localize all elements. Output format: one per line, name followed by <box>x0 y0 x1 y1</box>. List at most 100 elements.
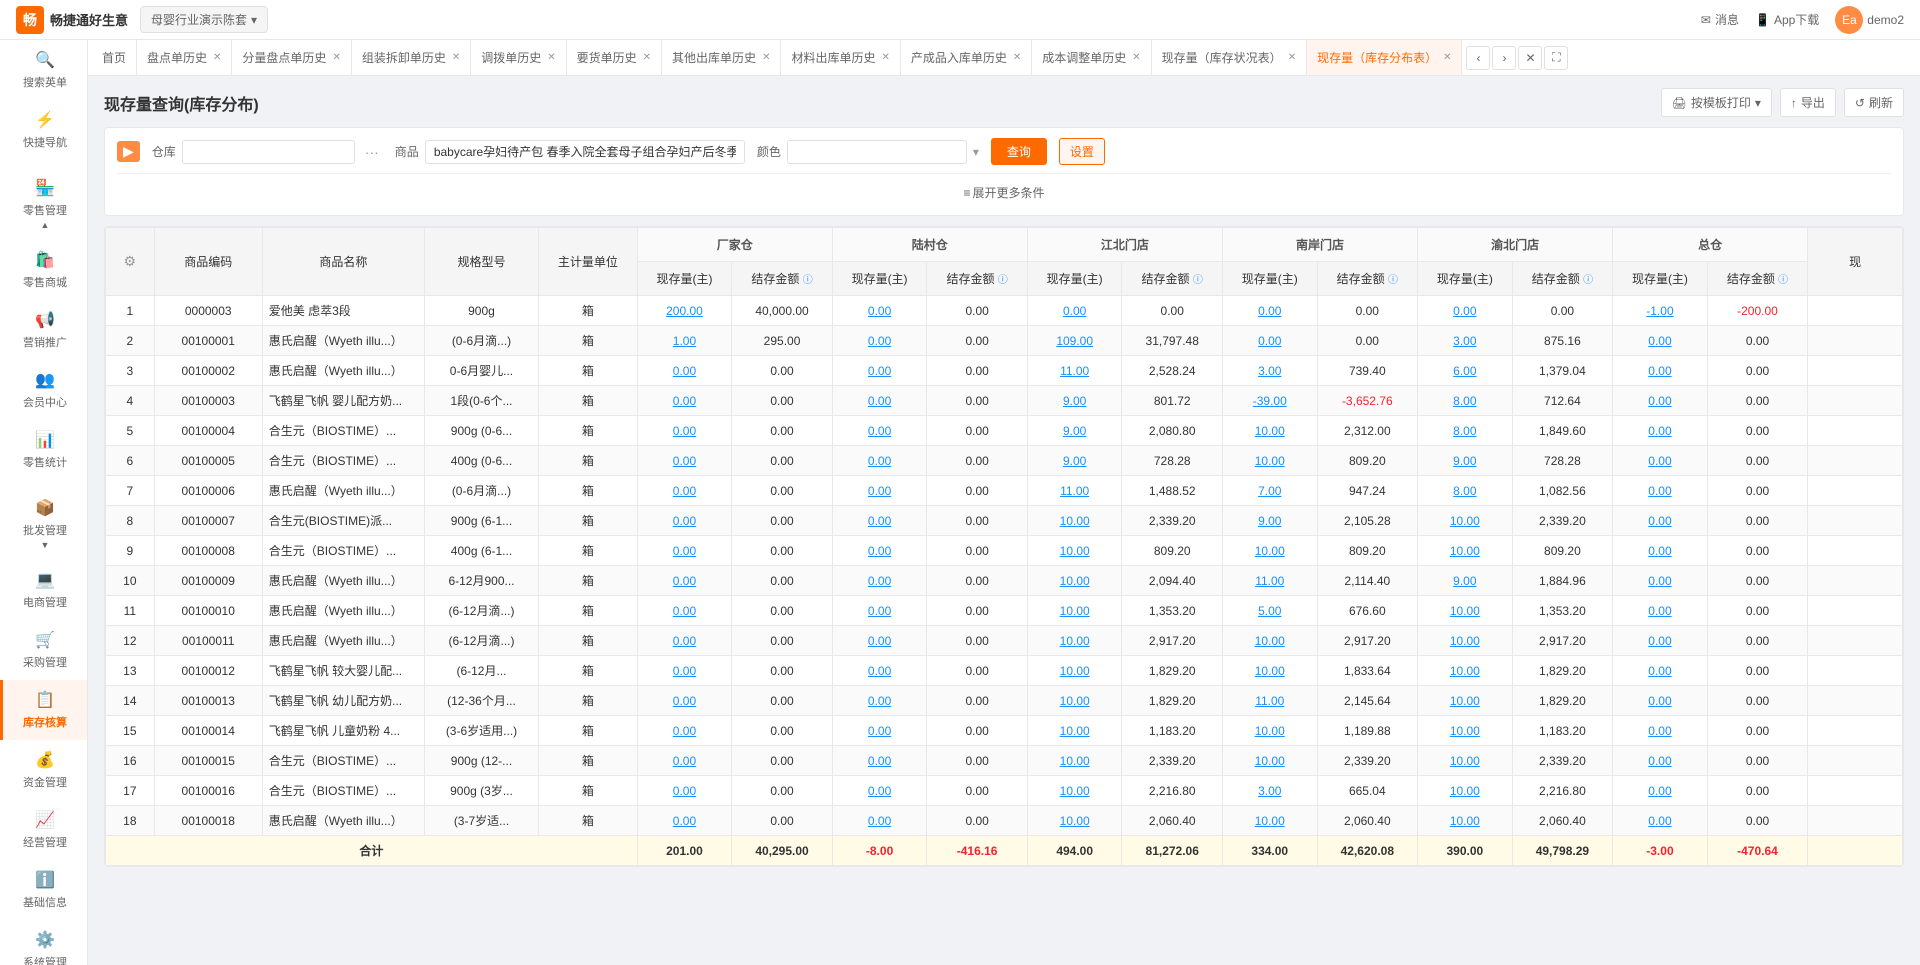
td-extra <box>1808 596 1903 626</box>
tab-combo-close[interactable]: ✕ <box>452 52 460 63</box>
td-lu-amt: 0.00 <box>927 656 1027 686</box>
td-na-qty: 10.00 <box>1222 446 1317 476</box>
td-spec: (6-12月滴...) <box>424 596 538 626</box>
td-na-amt: 1,189.88 <box>1317 716 1417 746</box>
sidebar-item-shortcuts[interactable]: ⚡ 快捷导航 <box>0 100 87 160</box>
shortcuts-icon: ⚡ <box>35 110 55 130</box>
tab-spot-dist[interactable]: 分量盘点单历史 ✕ <box>232 40 351 76</box>
sidebar-item-marketing[interactable]: 📢 营销推广 <box>0 300 87 360</box>
purchase-icon: 🛒 <box>35 630 55 650</box>
tab-cost-adj-close[interactable]: ✕ <box>1132 52 1140 63</box>
tab-close-all-btn[interactable]: ✕ <box>1518 46 1542 70</box>
tab-next-btn[interactable]: › <box>1492 46 1516 70</box>
td-na-amt: 2,060.40 <box>1317 806 1417 836</box>
td-yb-amt: 1,379.04 <box>1512 356 1612 386</box>
tab-other-out-close[interactable]: ✕ <box>762 52 770 63</box>
td-fac-amt: 0.00 <box>732 566 832 596</box>
print-button[interactable]: 🖨 按模板打印 ▾ <box>1661 88 1772 117</box>
td-spec: 900g (12-... <box>424 746 538 776</box>
sidebar-item-member[interactable]: 👥 会员中心 <box>0 360 87 420</box>
tab-transfer-close[interactable]: ✕ <box>547 52 555 63</box>
tab-material-out[interactable]: 材料出库单历史 ✕ <box>781 40 900 76</box>
table-group-header-row: ⚙ 商品编码 商品名称 规格型号 主计量单位 厂家仓 陆村仓 江北门店 南岸门店… <box>106 228 1903 262</box>
sidebar-label-finance: 资金管理 <box>23 774 67 790</box>
sidebar-item-operations[interactable]: 📈 经营管理 <box>0 800 87 860</box>
tab-home[interactable]: 首页 <box>92 40 137 76</box>
sidebar-item-search[interactable]: 🔍 搜索英单 <box>0 40 87 100</box>
tab-cost-adj[interactable]: 成本调整单历史 ✕ <box>1032 40 1151 76</box>
color-input[interactable] <box>787 140 967 164</box>
td-yb-amt: 728.28 <box>1512 446 1612 476</box>
industry-selector[interactable]: 母婴行业演示陈套 ▾ <box>140 6 268 33</box>
td-name: 惠氏启醒（Wyeth illu...） <box>262 326 424 356</box>
td-jb-qty: 11.00 <box>1027 356 1122 386</box>
tab-stock-dist-close[interactable]: ✕ <box>1443 52 1451 63</box>
table-row: 14 00100013 飞鹤星飞帆 幼儿配方奶... (12-36个月... 箱… <box>106 686 1903 716</box>
user-area[interactable]: Ea demo2 <box>1835 6 1904 34</box>
warehouse-dots-btn[interactable]: ··· <box>361 144 383 160</box>
td-seq: 4 <box>106 386 155 416</box>
sidebar-item-finance[interactable]: 💰 资金管理 <box>0 740 87 800</box>
expand-btn[interactable]: ≡ 展开更多条件 <box>955 180 1052 205</box>
message-action[interactable]: ✉ 消息 <box>1701 11 1739 28</box>
tab-requisition[interactable]: 要货单历史 ✕ <box>567 40 662 76</box>
filter-collapse-btn[interactable]: ▶ <box>117 141 140 162</box>
td-fac-amt: 0.00 <box>732 386 832 416</box>
sidebar-item-ecommerce[interactable]: 💻 电商管理 <box>0 560 87 620</box>
tab-stock-status-close[interactable]: ✕ <box>1288 52 1296 63</box>
sidebar-item-retail-store[interactable]: 🛍️ 零售商城 <box>0 240 87 300</box>
app-download-action[interactable]: 📱 App下载 <box>1755 11 1819 28</box>
tab-prev-btn[interactable]: ‹ <box>1466 46 1490 70</box>
td-jb-qty: 0.00 <box>1027 296 1122 326</box>
td-seq: 12 <box>106 626 155 656</box>
tab-other-out[interactable]: 其他出库单历史 ✕ <box>662 40 781 76</box>
td-na-amt: 2,114.40 <box>1317 566 1417 596</box>
sidebar-label-inventory: 库存核算 <box>23 714 67 730</box>
td-lu-qty: 0.00 <box>832 596 927 626</box>
refresh-button[interactable]: ↺ 刷新 <box>1844 88 1904 117</box>
th-fac-amt: 结存金额 ⓘ <box>732 262 832 296</box>
tab-expand-btn[interactable]: ⛶ <box>1544 46 1568 70</box>
td-jb-qty: 9.00 <box>1027 386 1122 416</box>
td-extra <box>1808 386 1903 416</box>
tab-spot-close[interactable]: ✕ <box>213 52 221 63</box>
tab-spot-dist-close[interactable]: ✕ <box>332 52 340 63</box>
filter-group-warehouse: 仓库 ··· <box>152 140 383 164</box>
logo-area: 畅 畅捷通好生意 <box>16 6 128 34</box>
tab-requisition-close[interactable]: ✕ <box>643 52 651 63</box>
tab-spot[interactable]: 盘点单历史 ✕ <box>137 40 232 76</box>
sidebar-item-basic[interactable]: ℹ️ 基础信息 <box>0 860 87 920</box>
td-name: 飞鹤星飞帆 婴儿配方奶... <box>262 386 424 416</box>
sidebar-item-system[interactable]: ⚙️ 系统管理 <box>0 920 87 965</box>
sidebar-item-retail-stats[interactable]: 📊 零售统计 <box>0 420 87 480</box>
tab-transfer[interactable]: 调拨单历史 ✕ <box>471 40 566 76</box>
td-unit: 箱 <box>538 656 637 686</box>
tab-product-in-close[interactable]: ✕ <box>1013 52 1021 63</box>
td-na-qty: 10.00 <box>1222 626 1317 656</box>
gear-icon[interactable]: ⚙ <box>124 253 137 269</box>
product-input[interactable] <box>425 140 745 164</box>
print-icon: 🖨 <box>1672 96 1687 110</box>
warehouse-label: 仓库 <box>152 143 176 160</box>
td-na-qty: 3.00 <box>1222 356 1317 386</box>
settings-button[interactable]: 设置 <box>1059 138 1105 165</box>
filter-area: ▶ 仓库 ··· 商品 颜色 ▾ 查询 设置 <box>104 127 1904 216</box>
td-fac-amt: 295.00 <box>732 326 832 356</box>
tab-stock-dist[interactable]: 现存量（库存分布表） ✕ <box>1307 40 1462 76</box>
tab-stock-status[interactable]: 现存量（库存状况表） ✕ <box>1152 40 1307 76</box>
sidebar-item-wholesale[interactable]: 📦 批发管理 ▼ <box>0 488 87 560</box>
search-button[interactable]: 查询 <box>991 138 1047 165</box>
sidebar-item-purchase[interactable]: 🛒 采购管理 <box>0 620 87 680</box>
tab-combo[interactable]: 组装拆卸单历史 ✕ <box>352 40 471 76</box>
tab-material-out-close[interactable]: ✕ <box>881 52 889 63</box>
sidebar-item-inventory[interactable]: 📋 库存核算 <box>0 680 87 740</box>
tab-product-in[interactable]: 产成品入库单历史 ✕ <box>901 40 1032 76</box>
td-na-qty: 10.00 <box>1222 716 1317 746</box>
export-button[interactable]: ↑ 导出 <box>1780 88 1836 117</box>
warehouse-input[interactable] <box>182 140 355 164</box>
sidebar-item-retail[interactable]: 🏪 零售管理 ▲ <box>0 168 87 240</box>
td-total-qty: 0.00 <box>1613 566 1708 596</box>
td-unit: 箱 <box>538 686 637 716</box>
td-lu-amt: 0.00 <box>927 566 1027 596</box>
td-name: 合生元（BIOSTIME）... <box>262 446 424 476</box>
